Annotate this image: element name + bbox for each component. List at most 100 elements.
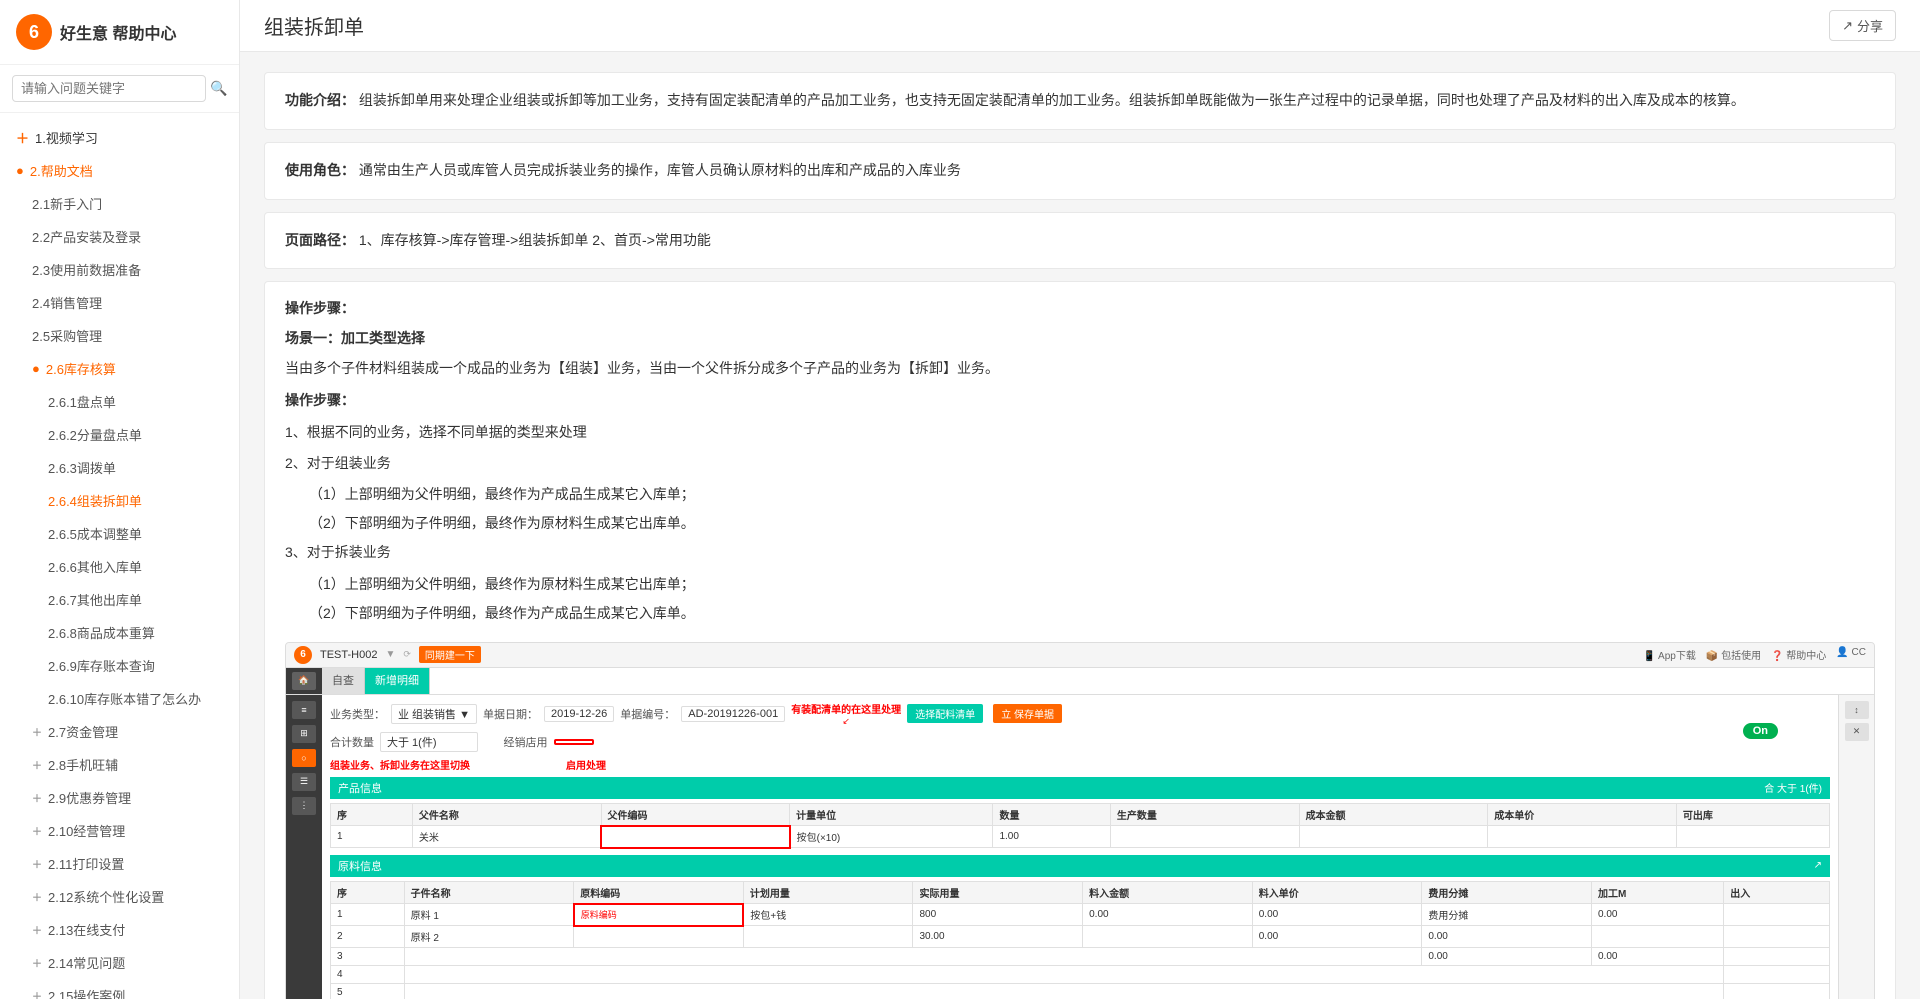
mock-dealer-input[interactable] xyxy=(554,739,594,745)
mock-top-icons: 📱 App下载 📦 包括使用 ❓ 帮助中心 👤 CC xyxy=(1643,647,1866,662)
scenario1-intro: 当由多个子件材料组装成一个成品的业务为【组装】业务，当由一个父件拆分成多个子产品… xyxy=(285,356,1875,381)
search-box: 🔍 xyxy=(0,65,239,113)
content-body: 功能介绍： 组装拆卸单用来处理企业组装或拆卸等加工业务，支持有固定装配清单的产品… xyxy=(240,52,1920,999)
mock-top-icon-support: ❓ 帮助中心 xyxy=(1771,647,1826,662)
search-button[interactable]: 🔍 xyxy=(206,80,231,97)
sidebar-item-2-7[interactable]: ＋ 2.7资金管理 xyxy=(0,715,239,748)
mock-on-toggle[interactable]: On xyxy=(1743,723,1778,739)
sidebar-item-2-14[interactable]: ＋ 2.14常见问题 xyxy=(0,946,239,979)
mock-new-btn[interactable]: 同期建一下 xyxy=(419,646,481,663)
sidebar-item-2-6-1[interactable]: 2.6.1盘点单 xyxy=(0,385,239,418)
sidebar-item-2-6-9[interactable]: 2.6.9库存账本查询 xyxy=(0,649,239,682)
mock-lr5-seq: 5 xyxy=(331,984,405,999)
mock-upper-th-seq: 序 xyxy=(331,803,413,826)
mock-upper-cell-prodqty xyxy=(1110,826,1299,848)
mock-select-bom-btn[interactable]: 选择配料清单 xyxy=(907,704,983,723)
steps-main-title: 操作步骤： xyxy=(285,298,1875,318)
role-label: 使用角色： xyxy=(285,162,355,178)
sidebar-item-2-10[interactable]: ＋ 2.10经营管理 xyxy=(0,814,239,847)
mock-sidebar-icon-2: ⊞ xyxy=(292,725,316,743)
mock-field2-label: 单据日期： xyxy=(483,706,538,722)
share-icon: ↗ xyxy=(1842,18,1853,34)
sidebar-item-label-2-6: 2.6库存核算 xyxy=(46,359,116,378)
mock-lr3-amount: 0.00 xyxy=(1422,948,1592,966)
mock-upper-th-unitcost: 成本单价 xyxy=(1488,803,1677,826)
step3-sub1: （1）上部明细为父件明细，最终作为原材料生成某它出库单； xyxy=(309,572,1875,597)
sidebar-item-2-6[interactable]: ● 2.6库存核算 xyxy=(0,352,239,385)
mock-icon-1: 🏠 xyxy=(292,672,316,690)
mock-lower-th-planqty: 计划用量 xyxy=(743,881,913,904)
section-path: 页面路径： 1、库存核算->库存管理->组装拆卸单 2、首页->常用功能 xyxy=(264,212,1896,270)
sidebar-item-2-11[interactable]: ＋ 2.11打印设置 xyxy=(0,847,239,880)
mock-lr4-seq: 4 xyxy=(331,966,405,984)
role-text: 使用角色： 通常由生产人员或库管人员完成拆装业务的操作，库管人员确认原材料的出库… xyxy=(285,159,1875,183)
sidebar-item-1[interactable]: ＋ 1.视频学习 xyxy=(0,121,239,154)
step2: 2、对于组装业务 xyxy=(285,451,1875,476)
search-input[interactable] xyxy=(12,75,206,102)
mock-upper-cell-seq: 1 xyxy=(331,826,413,848)
mock-qty-label: 合计数量 xyxy=(330,734,374,750)
sidebar-item-2-1[interactable]: 2.1新手入门 xyxy=(0,187,239,220)
sidebar-item-2-4[interactable]: 2.4销售管理 xyxy=(0,286,239,319)
mock-lr2-amount xyxy=(1083,926,1253,948)
mock-refresh-icon: ⟳ xyxy=(403,649,411,660)
mock-lower-row-3: 3 0.00 0.00 xyxy=(331,948,1830,966)
sidebar-item-2-6-7[interactable]: 2.6.7其他出库单 xyxy=(0,583,239,616)
sidebar-item-label-2-6-3: 2.6.3调拨单 xyxy=(48,458,116,477)
mock-field2-value[interactable]: 2019-12-26 xyxy=(544,706,614,722)
mock-lr5-io xyxy=(1724,984,1830,999)
mock-sidebar-column: ≡ ⊞ ○ ☰ ⋮ xyxy=(286,695,322,999)
sidebar-item-2-6-8[interactable]: 2.6.8商品成本重算 xyxy=(0,616,239,649)
sidebar-item-2-9[interactable]: ＋ 2.9优惠券管理 xyxy=(0,781,239,814)
mock-form-area: ≡ ⊞ ○ ☰ ⋮ 业务类型： 业 组装销售 ▼ 单据日期： 2019- xyxy=(286,695,1874,999)
mock-lr1-name: 原料 1 xyxy=(404,904,574,926)
expand-icon-1: ＋ xyxy=(16,128,29,147)
mock-dealer-label: 经销店用 xyxy=(504,734,548,750)
mock-right-icon-2: ✕ xyxy=(1845,723,1869,741)
mock-lower-th-seq: 序 xyxy=(331,881,405,904)
sidebar-item-2-6-5[interactable]: 2.6.5成本调整单 xyxy=(0,517,239,550)
sidebar-item-2-5[interactable]: 2.5采购管理 xyxy=(0,319,239,352)
mock-qty-value[interactable]: 大于 1(件) xyxy=(380,732,478,752)
intro-label: 功能介绍： xyxy=(285,92,355,108)
step2-sub2: （2）下部明细为子件明细，最终作为原材料生成某它出库单。 xyxy=(309,511,1875,536)
sidebar-item-2-6-10[interactable]: 2.6.10库存账本错了怎么办 xyxy=(0,682,239,715)
mock-tab-add[interactable]: 新增明细 xyxy=(365,668,430,694)
mock-save-btn[interactable]: 立 保存单据 xyxy=(993,704,1062,723)
sidebar-item-2-3[interactable]: 2.3使用前数据准备 xyxy=(0,253,239,286)
sidebar-item-2-2[interactable]: 2.2产品安装及登录 xyxy=(0,220,239,253)
sidebar-item-2-6-6[interactable]: 2.6.6其他入库单 xyxy=(0,550,239,583)
mock-tab-self[interactable]: 自查 xyxy=(322,668,365,694)
sidebar-item-2-6-2[interactable]: 2.6.2分量盘点单 xyxy=(0,418,239,451)
mock-dropdown-icon: ▼ xyxy=(385,649,395,660)
mock-main-form: 业务类型： 业 组装销售 ▼ 单据日期： 2019-12-26 单据编号： AD… xyxy=(322,695,1838,999)
expand-icon-2-9: ＋ xyxy=(32,790,42,805)
sidebar-item-2-13[interactable]: ＋ 2.13在线支付 xyxy=(0,913,239,946)
mock-field3-value[interactable]: AD-20191226-001 xyxy=(681,706,785,722)
sidebar-item-label-2-6-6: 2.6.6其他入库单 xyxy=(48,557,142,576)
mock-field1-value[interactable]: 业 组装销售 ▼ xyxy=(391,704,477,724)
sidebar-item-2-8[interactable]: ＋ 2.8手机旺辅 xyxy=(0,748,239,781)
mock-lower-th-io: 出入 xyxy=(1724,881,1830,904)
mock-upper-cell-qty: 1.00 xyxy=(993,826,1110,848)
mock-lr1-alloc: 费用分摊 xyxy=(1422,904,1592,926)
sidebar-item-2-12[interactable]: ＋ 2.12系统个性化设置 xyxy=(0,880,239,913)
share-button[interactable]: ↗ 分享 xyxy=(1829,10,1896,41)
mock-upper-th-avail: 可出库 xyxy=(1676,803,1829,826)
sidebar-item-2[interactable]: ● 2.帮助文档 xyxy=(0,154,239,187)
mock-on-toggle-area: On xyxy=(1743,723,1778,739)
mock-upper-th-cost: 成本金额 xyxy=(1299,803,1488,826)
mock-top-bar: 6 TEST-H002 ▼ ⟳ 同期建一下 📱 App下载 📦 包括使用 ❓ 帮… xyxy=(286,643,1874,668)
sidebar-item-2-15[interactable]: ＋ 2.15操作案例 xyxy=(0,979,239,999)
mock-lower-th-amount: 料入金额 xyxy=(1083,881,1253,904)
mock-upper-th-unit: 计量单位 xyxy=(790,803,993,826)
mock-upper-th-prodqty: 生产数量 xyxy=(1110,803,1299,826)
mock-upper-th-name: 父件名称 xyxy=(412,803,601,826)
mock-lr2-name: 原料 2 xyxy=(404,926,574,948)
sidebar-item-2-6-3[interactable]: 2.6.3调拨单 xyxy=(0,451,239,484)
mock-upper-bar-add: 合 大于 1(件) xyxy=(1764,780,1822,795)
sidebar-item-2-6-4[interactable]: 2.6.4组装拆卸单 xyxy=(0,484,239,517)
mock-lr2-planqty xyxy=(743,926,913,948)
sidebar-item-label-2: 2.帮助文档 xyxy=(30,161,93,180)
mock-lr3-empty xyxy=(404,948,1422,966)
